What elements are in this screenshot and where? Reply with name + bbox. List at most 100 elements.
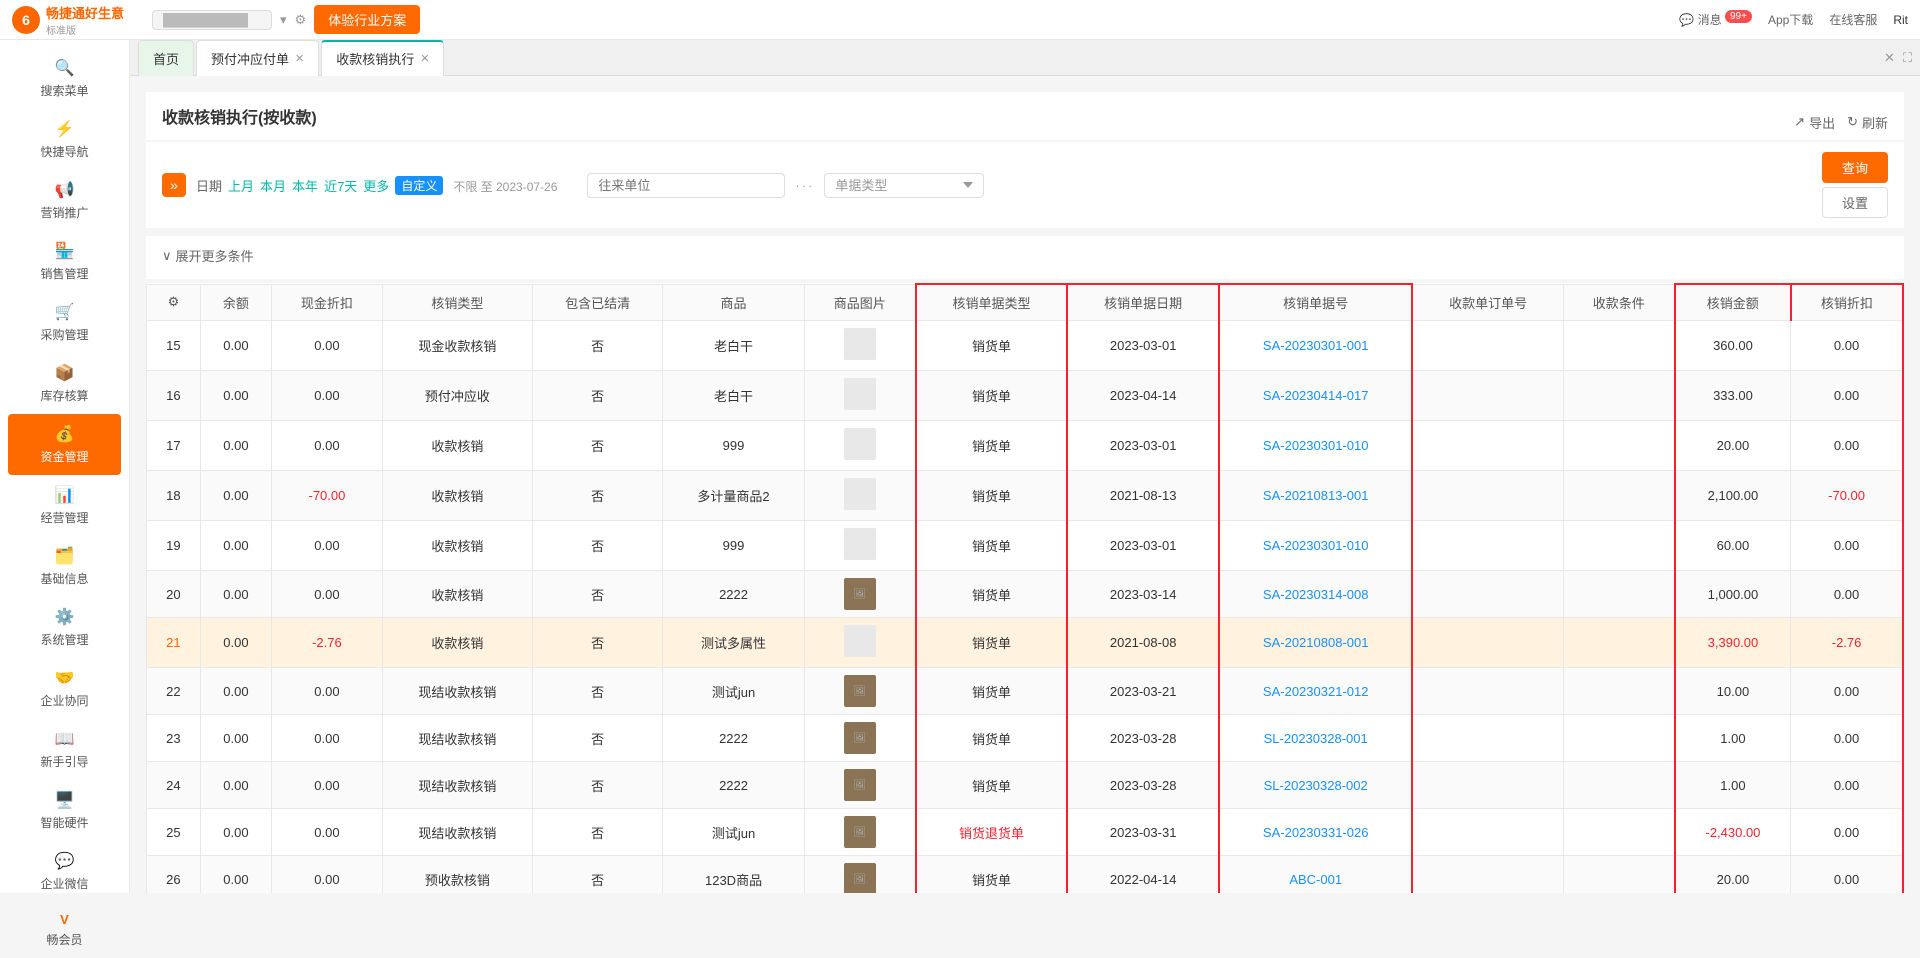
app-name: 畅捷通好生意 (46, 3, 124, 22)
sidebar-item-corp[interactable]: 🤝 企业协同 (0, 658, 129, 719)
online-service-link[interactable]: 在线客服 (1829, 11, 1877, 28)
tab-prepay-close[interactable]: ✕ (295, 52, 304, 65)
app-download-link[interactable]: App下载 (1768, 11, 1813, 28)
cell-verify-discount: 0.00 (1791, 521, 1903, 571)
cell-balance: 0.00 (200, 856, 271, 894)
query-btn[interactable]: 查询 (1822, 152, 1888, 183)
cell-product: 999 (663, 421, 804, 471)
verify-bill-no-link[interactable]: SA-20210813-001 (1263, 488, 1369, 503)
tab-collection[interactable]: 收款核销执行 ✕ (321, 40, 444, 76)
setting-btn[interactable]: 设置 (1822, 187, 1888, 218)
cell-verify-bill-no[interactable]: SA-20230414-017 (1219, 371, 1412, 421)
product-thumbnail (844, 478, 876, 510)
cell-verify-type: 现结收款核销 (382, 762, 532, 809)
cell-verify-bill-no[interactable]: SL-20230328-001 (1219, 715, 1412, 762)
verify-bill-no-link[interactable]: SA-20230414-017 (1263, 388, 1369, 403)
sidebar-item-system[interactable]: ⚙️ 系统管理 (0, 597, 129, 658)
cell-include-settled: 否 (532, 856, 662, 894)
tab-collection-close[interactable]: ✕ (420, 52, 429, 65)
verify-bill-no-link[interactable]: SL-20230328-002 (1264, 778, 1368, 793)
sidebar-item-sales[interactable]: 🏪 销售管理 (0, 231, 129, 292)
sidebar-item-hardware[interactable]: 🖥️ 智能硬件 (0, 780, 129, 841)
filter-dots: ··· (795, 178, 814, 193)
cell-verify-discount: -2.76 (1791, 618, 1903, 668)
sidebar-label-sales: 销售管理 (40, 265, 88, 282)
this-year-link[interactable]: 本年 (292, 176, 318, 195)
cell-verify-bill-date: 2023-03-28 (1067, 762, 1219, 809)
cell-product-img: 🖼 (804, 571, 915, 618)
verify-bill-no-link[interactable]: ABC-001 (1289, 872, 1342, 887)
th-include-settled: 包含已结清 (532, 284, 662, 321)
cell-verify-bill-no[interactable]: SL-20230328-002 (1219, 762, 1412, 809)
verify-bill-no-link[interactable]: SA-20230321-012 (1263, 684, 1369, 699)
basic-icon: 🗂️ (55, 546, 75, 566)
cell-verify-bill-no[interactable]: ABC-001 (1219, 856, 1412, 894)
custom-date-badge[interactable]: 自定义 (395, 176, 443, 195)
cell-verify-type: 收款核销 (382, 618, 532, 668)
sidebar-item-marketing[interactable]: 📢 营销推广 (0, 170, 129, 231)
sidebar-item-finance[interactable]: 💰 资金管理 (8, 414, 121, 475)
tab-expand-icon[interactable]: ⛶ (1903, 50, 1912, 66)
cell-receipt-order-no (1412, 618, 1563, 668)
tab-home[interactable]: 首页 (138, 40, 194, 76)
cell-verify-bill-no[interactable]: SA-20230301-001 (1219, 321, 1412, 371)
verify-bill-no-link[interactable]: SL-20230328-001 (1264, 731, 1368, 746)
cell-verify-bill-no[interactable]: SA-20230314-008 (1219, 571, 1412, 618)
column-settings-icon[interactable]: ⚙ (168, 294, 180, 309)
cell-verify-bill-no[interactable]: SA-20230331-026 (1219, 809, 1412, 856)
expand-more-btn[interactable]: ∨ 展开更多条件 (162, 246, 1888, 265)
verify-bill-no-link[interactable]: SA-20230331-026 (1263, 825, 1369, 840)
sidebar-item-guide[interactable]: 📖 新手引导 (0, 719, 129, 780)
this-month-link[interactable]: 本月 (260, 176, 286, 195)
verify-bill-no-link[interactable]: SA-20230314-008 (1263, 587, 1369, 602)
tab-prepay[interactable]: 预付冲应付单 ✕ (196, 40, 319, 76)
verify-bill-no-link[interactable]: SA-20230301-001 (1263, 338, 1369, 353)
cell-verify-bill-date: 2023-03-21 (1067, 668, 1219, 715)
verify-bill-no-link[interactable]: SA-20230301-010 (1263, 438, 1369, 453)
cell-verify-bill-date: 2023-03-14 (1067, 571, 1219, 618)
last7days-link[interactable]: 近7天 (324, 176, 357, 195)
cell-verify-bill-no[interactable]: SA-20230301-010 (1219, 521, 1412, 571)
tab-close-all-icon[interactable]: ✕ (1884, 50, 1895, 66)
cell-receipt-condition (1563, 668, 1674, 715)
filter-toggle-btn[interactable]: » (162, 173, 186, 197)
bill-type-select[interactable]: 单据类型 (824, 173, 984, 198)
sidebar-item-search[interactable]: 🔍 搜索菜单 (0, 48, 129, 109)
more-date-link[interactable]: 更多 (363, 176, 389, 195)
cell-verify-bill-type: 销货单 (916, 321, 1068, 371)
sidebar-item-basic[interactable]: 🗂️ 基础信息 (0, 536, 129, 597)
company-dropdown-icon[interactable]: ▾ (280, 12, 287, 28)
sidebar-item-inventory[interactable]: 📦 库存核算 (0, 353, 129, 414)
cell-verify-bill-date: 2021-08-08 (1067, 618, 1219, 668)
top-bar-right: 💬 消息 99+ App下载 在线客服 Rit (1679, 11, 1908, 28)
sidebar-label-quick: 快捷导航 (40, 143, 88, 160)
logo-icon: 6 (12, 6, 40, 34)
cell-verify-amount: 3,390.00 (1675, 618, 1791, 668)
user-name[interactable]: Rit (1893, 13, 1908, 27)
cell-verify-bill-no[interactable]: SA-20230301-010 (1219, 421, 1412, 471)
verify-bill-no-link[interactable]: SA-20230301-010 (1263, 538, 1369, 553)
sidebar-item-business[interactable]: 📊 经营管理 (0, 475, 129, 536)
industry-btn[interactable]: 体验行业方案 (314, 5, 420, 34)
sidebar-item-member[interactable]: V 畅会员 (0, 902, 129, 958)
verify-bill-no-link[interactable]: SA-20210808-001 (1263, 635, 1369, 650)
refresh-btn[interactable]: ↻ 刷新 (1847, 113, 1888, 132)
sidebar-item-purchase[interactable]: 🛒 采购管理 (0, 292, 129, 353)
cell-verify-bill-no[interactable]: SA-20210813-001 (1219, 471, 1412, 521)
cell-product-img: 🖼 (804, 856, 915, 894)
product-thumbnail: 🖼 (844, 722, 876, 754)
partner-input[interactable] (587, 173, 785, 198)
th-settings[interactable]: ⚙ (147, 284, 201, 321)
cell-verify-amount: 2,100.00 (1675, 471, 1791, 521)
sidebar-item-quick[interactable]: ⚡ 快捷导航 (0, 109, 129, 170)
cell-verify-type: 收款核销 (382, 421, 532, 471)
main-content: 首页 预付冲应付单 ✕ 收款核销执行 ✕ ✕ ⛶ 收款核销执行(按收款) (130, 40, 1920, 893)
message-link[interactable]: 💬 消息 99+ (1679, 11, 1752, 28)
cell-product: 123D商品 (663, 856, 804, 894)
settings-icon[interactable]: ⚙ (295, 12, 307, 28)
cell-verify-bill-no[interactable]: SA-20230321-012 (1219, 668, 1412, 715)
export-btn[interactable]: ↗ 导出 (1794, 113, 1835, 132)
cell-verify-bill-no[interactable]: SA-20210808-001 (1219, 618, 1412, 668)
last-month-link[interactable]: 上月 (228, 176, 254, 195)
cell-balance: 0.00 (200, 762, 271, 809)
